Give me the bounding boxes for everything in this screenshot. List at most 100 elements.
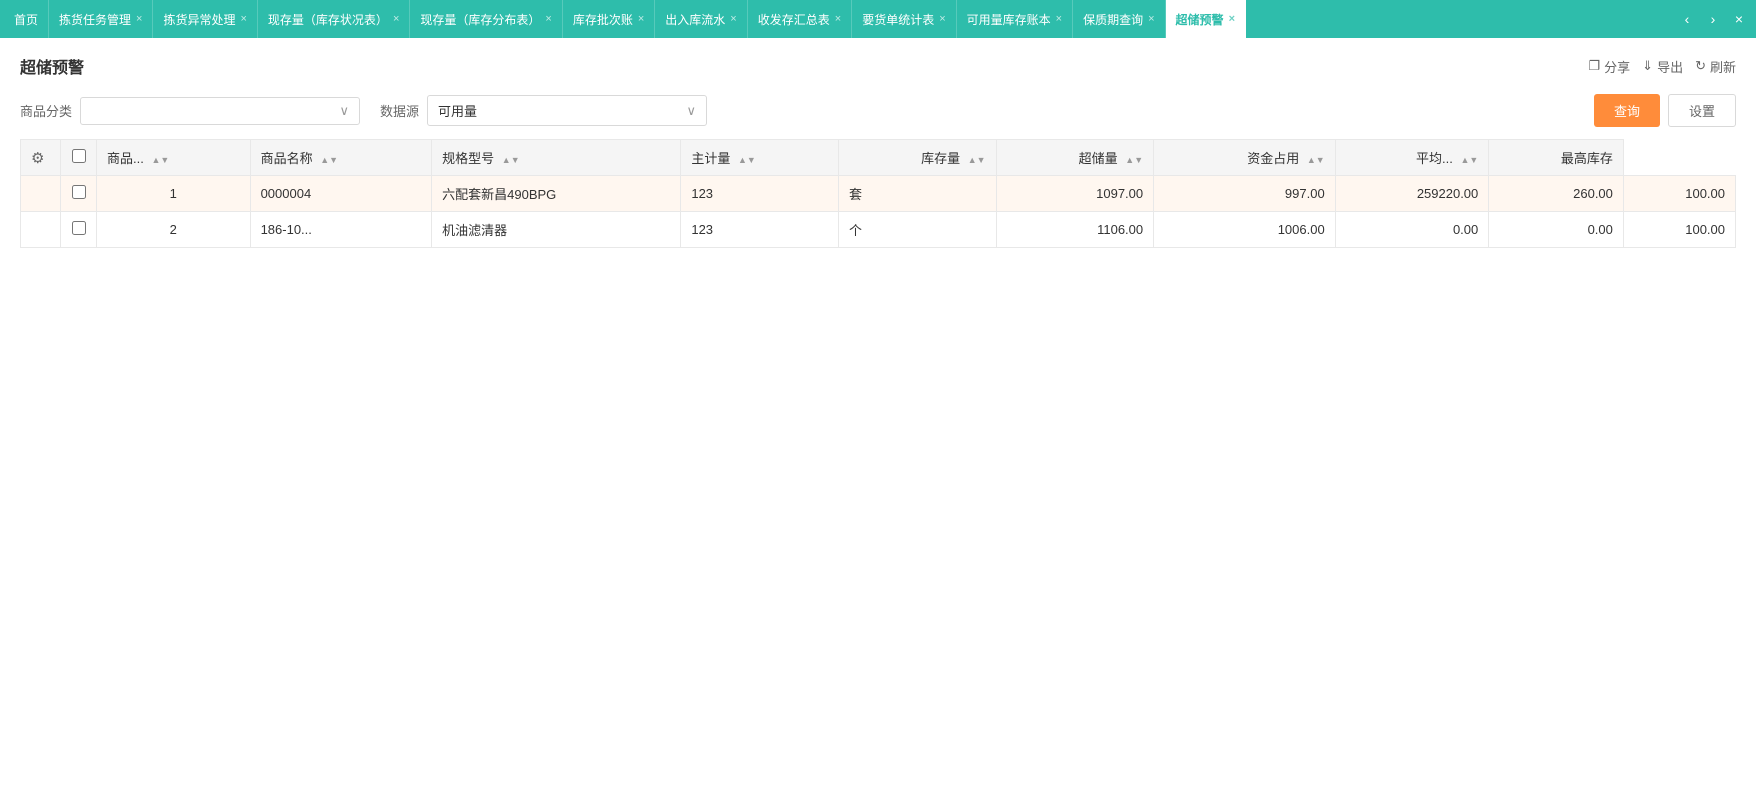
category-filter: 商品分类 ∨: [20, 97, 360, 125]
chevron-down-icon: ∨: [340, 103, 350, 119]
col-checkbox[interactable]: [61, 140, 97, 176]
close-icon[interactable]: ×: [393, 13, 399, 25]
nav-tab-pick-abnormal[interactable]: 拣货异常处理 ×: [153, 0, 257, 38]
nav-arrows: ‹ › ×: [1674, 0, 1752, 38]
close-icon[interactable]: ×: [136, 13, 142, 25]
row-overstock: 1006.00: [1154, 212, 1336, 248]
category-label: 商品分类: [20, 101, 72, 120]
row-avg: 260.00: [1489, 176, 1624, 212]
nav-tab-inout[interactable]: 出入库流水 ×: [655, 0, 747, 38]
row-settings-cell: [21, 176, 61, 212]
refresh-icon: ↻: [1695, 58, 1706, 74]
col-capital[interactable]: 资金占用 ▲▼: [1154, 140, 1336, 176]
select-all-checkbox[interactable]: [72, 149, 86, 163]
nav-tab-batch[interactable]: 库存批次账 ×: [563, 0, 655, 38]
sort-icon: ▲▼: [502, 155, 520, 165]
col-name[interactable]: 商品名称 ▲▼: [250, 140, 432, 176]
row-stock: 1097.00: [996, 176, 1154, 212]
row-number: 2: [97, 212, 251, 248]
close-icon[interactable]: ×: [1148, 13, 1154, 25]
row-checkbox-cell[interactable]: [61, 176, 97, 212]
close-icon[interactable]: ×: [835, 13, 841, 25]
header-actions: ❐ 分享 ⇓ 导出 ↻ 刷新: [1588, 57, 1736, 76]
col-stock[interactable]: 库存量 ▲▼: [838, 140, 996, 176]
row-stock: 1106.00: [996, 212, 1154, 248]
row-code: 0000004: [250, 176, 432, 212]
nav-tab-order-stats[interactable]: 要货单统计表 ×: [852, 0, 956, 38]
row-overstock: 997.00: [1154, 176, 1336, 212]
sort-icon: ▲▼: [151, 155, 169, 165]
table-row: 2 186-10... 机油滤清器 123 个 1106.00 1006.00 …: [21, 212, 1736, 248]
share-icon: ❐: [1588, 58, 1600, 74]
nav-tab-expiry[interactable]: 保质期查询 ×: [1073, 0, 1165, 38]
table-row: 1 0000004 六配套新昌490BPG 123 套 1097.00 997.…: [21, 176, 1736, 212]
filter-row: 商品分类 ∨ 数据源 可用量 ∨ 查询 设置: [20, 94, 1736, 127]
nav-tab-overstock[interactable]: 超储预警 ×: [1166, 0, 1246, 38]
col-code[interactable]: 商品... ▲▼: [97, 140, 251, 176]
close-icon[interactable]: ×: [1056, 13, 1062, 25]
datasource-select-value: 可用量: [438, 101, 477, 120]
nav-tab-available[interactable]: 可用量库存账本 ×: [957, 0, 1073, 38]
nav-tab-pick-task[interactable]: 拣货任务管理 ×: [49, 0, 153, 38]
row-checkbox-cell[interactable]: [61, 212, 97, 248]
close-icon[interactable]: ×: [730, 13, 736, 25]
filter-actions: 查询 设置: [1594, 94, 1736, 127]
sort-icon: ▲▼: [968, 155, 986, 165]
refresh-button[interactable]: ↻ 刷新: [1695, 57, 1736, 76]
top-nav: 首页 拣货任务管理 × 拣货异常处理 × 现存量（库存状况表） × 现存量（库存…: [0, 0, 1756, 38]
row-unit: 套: [838, 176, 996, 212]
data-table: ⚙ 商品... ▲▼ 商品名称 ▲▼ 规格型号 ▲▼ 主计: [20, 139, 1736, 248]
row-maxstock: 100.00: [1623, 176, 1735, 212]
table-header-row: ⚙ 商品... ▲▼ 商品名称 ▲▼ 规格型号 ▲▼ 主计: [21, 140, 1736, 176]
close-icon[interactable]: ×: [1229, 13, 1235, 25]
nav-arrow-close[interactable]: ×: [1726, 0, 1752, 38]
col-unit[interactable]: 主计量 ▲▼: [681, 140, 839, 176]
row-capital: 0.00: [1335, 212, 1489, 248]
page-title: 超储预警: [20, 54, 84, 78]
export-icon: ⇓: [1642, 58, 1653, 74]
nav-arrow-left[interactable]: ‹: [1674, 0, 1700, 38]
query-button[interactable]: 查询: [1594, 94, 1660, 127]
row-capital: 259220.00: [1335, 176, 1489, 212]
col-overstock[interactable]: 超储量 ▲▼: [996, 140, 1154, 176]
row-spec: 123: [681, 212, 839, 248]
row-checkbox[interactable]: [72, 185, 86, 199]
row-checkbox[interactable]: [72, 221, 86, 235]
close-icon[interactable]: ×: [545, 13, 551, 25]
datasource-filter: 数据源 可用量 ∨: [380, 95, 707, 126]
nav-tab-stock-status[interactable]: 现存量（库存状况表） ×: [258, 0, 410, 38]
close-icon[interactable]: ×: [638, 13, 644, 25]
close-icon[interactable]: ×: [240, 13, 246, 25]
main-content: 超储预警 ❐ 分享 ⇓ 导出 ↻ 刷新 商品分类 ∨ 数据源: [0, 38, 1756, 800]
datasource-select[interactable]: 可用量 ∨: [427, 95, 707, 126]
page-header: 超储预警 ❐ 分享 ⇓ 导出 ↻ 刷新: [20, 54, 1736, 78]
col-avg[interactable]: 平均... ▲▼: [1335, 140, 1489, 176]
row-maxstock: 100.00: [1623, 212, 1735, 248]
col-maxstock[interactable]: 最高库存: [1489, 140, 1624, 176]
nav-arrow-right[interactable]: ›: [1700, 0, 1726, 38]
share-button[interactable]: ❐ 分享: [1588, 57, 1630, 76]
sort-icon: ▲▼: [1125, 155, 1143, 165]
row-code: 186-10...: [250, 212, 432, 248]
col-settings[interactable]: ⚙: [21, 140, 61, 176]
row-avg: 0.00: [1489, 212, 1624, 248]
sort-icon: ▲▼: [1307, 155, 1325, 165]
sort-icon: ▲▼: [320, 155, 338, 165]
settings-button[interactable]: 设置: [1668, 94, 1736, 127]
gear-icon[interactable]: ⚙: [31, 150, 44, 167]
col-spec[interactable]: 规格型号 ▲▼: [432, 140, 681, 176]
category-select[interactable]: ∨: [80, 97, 360, 125]
row-spec: 123: [681, 176, 839, 212]
sort-icon: ▲▼: [1460, 155, 1478, 165]
row-number: 1: [97, 176, 251, 212]
nav-tab-summary[interactable]: 收发存汇总表 ×: [748, 0, 852, 38]
chevron-down-icon: ∨: [687, 103, 697, 119]
row-name: 六配套新昌490BPG: [432, 176, 681, 212]
close-icon[interactable]: ×: [939, 13, 945, 25]
nav-tab-stock-dist[interactable]: 现存量（库存分布表） ×: [410, 0, 562, 38]
row-settings-cell: [21, 212, 61, 248]
datasource-label: 数据源: [380, 101, 419, 120]
nav-tab-home[interactable]: 首页: [4, 0, 49, 38]
export-button[interactable]: ⇓ 导出: [1642, 57, 1683, 76]
row-unit: 个: [838, 212, 996, 248]
